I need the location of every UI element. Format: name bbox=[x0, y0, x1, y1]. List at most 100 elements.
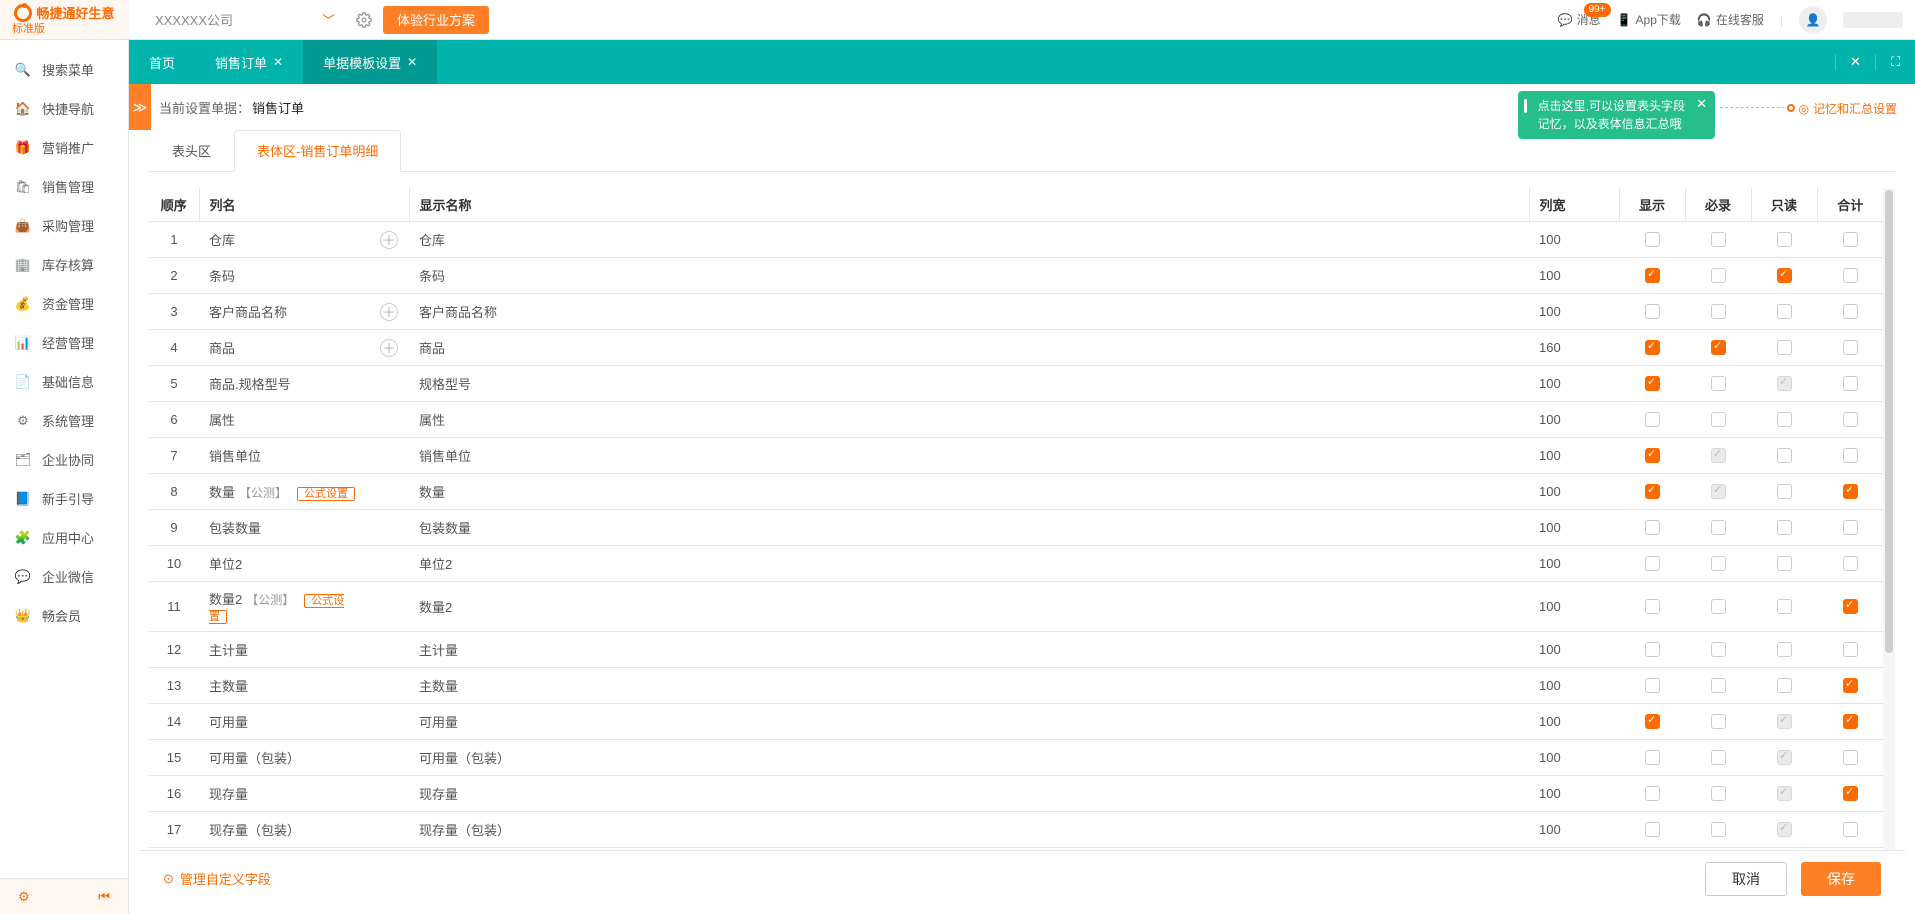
close-icon[interactable]: ✕ bbox=[407, 55, 417, 69]
cell-display[interactable]: 客户商品名称 bbox=[409, 294, 1529, 330]
online-service-action[interactable]: 🎧 在线客服 bbox=[1697, 11, 1764, 28]
checkbox[interactable] bbox=[1843, 750, 1858, 765]
cell-display[interactable]: 可用量（包装） bbox=[409, 740, 1529, 776]
cancel-button[interactable]: 取消 bbox=[1705, 862, 1787, 896]
checkbox[interactable] bbox=[1843, 448, 1858, 463]
checkbox[interactable] bbox=[1645, 412, 1660, 427]
sidebar-collapse-icon[interactable]: ⏮ bbox=[98, 889, 110, 905]
cell-width[interactable]: 100 bbox=[1529, 546, 1619, 582]
fullscreen-icon[interactable]: ⛶ bbox=[1875, 54, 1915, 70]
checkbox[interactable] bbox=[1843, 642, 1858, 657]
checkbox[interactable] bbox=[1645, 678, 1660, 693]
area-tab-1[interactable]: 表体区-销售订单明细 bbox=[234, 130, 401, 172]
checkbox[interactable] bbox=[1645, 599, 1660, 614]
checkbox[interactable] bbox=[1711, 520, 1726, 535]
checkbox[interactable] bbox=[1777, 448, 1792, 463]
checkbox[interactable] bbox=[1711, 678, 1726, 693]
checkbox[interactable] bbox=[1645, 304, 1660, 319]
checkbox[interactable] bbox=[1843, 786, 1858, 801]
plus-icon[interactable]: ＋ bbox=[380, 231, 398, 249]
checkbox[interactable] bbox=[1777, 304, 1792, 319]
sidebar-item-4[interactable]: 👜采购管理 bbox=[0, 206, 128, 245]
cell-width[interactable]: 100 bbox=[1529, 632, 1619, 668]
checkbox[interactable] bbox=[1645, 448, 1660, 463]
page-tab-0[interactable]: 首页 bbox=[129, 40, 195, 84]
checkbox[interactable] bbox=[1645, 822, 1660, 837]
sidebar-item-3[interactable]: 🛍销售管理 bbox=[0, 167, 128, 206]
checkbox[interactable] bbox=[1645, 520, 1660, 535]
checkbox[interactable] bbox=[1777, 340, 1792, 355]
sidebar-item-9[interactable]: ⚙系统管理 bbox=[0, 401, 128, 440]
sidebar-settings-icon[interactable]: ⚙ bbox=[18, 889, 30, 905]
cell-width[interactable]: 100 bbox=[1529, 510, 1619, 546]
user-avatar[interactable]: 👤 bbox=[1799, 6, 1827, 34]
cell-display[interactable]: 数量2 bbox=[409, 582, 1529, 632]
cell-display[interactable]: 销售单位 bbox=[409, 438, 1529, 474]
checkbox[interactable] bbox=[1843, 556, 1858, 571]
checkbox[interactable] bbox=[1777, 484, 1792, 499]
cell-display[interactable]: 包装数量 bbox=[409, 510, 1529, 546]
sidebar-item-10[interactable]: 🗂企业协同 bbox=[0, 440, 128, 479]
checkbox[interactable] bbox=[1777, 520, 1792, 535]
checkbox[interactable] bbox=[1843, 484, 1858, 499]
checkbox[interactable] bbox=[1645, 786, 1660, 801]
sidebar-item-13[interactable]: 💬企业微信 bbox=[0, 557, 128, 596]
checkbox[interactable] bbox=[1843, 599, 1858, 614]
checkbox[interactable] bbox=[1645, 714, 1660, 729]
checkbox[interactable] bbox=[1843, 340, 1858, 355]
formula-settings-tag[interactable]: 公式设置 bbox=[297, 487, 355, 501]
app-download-action[interactable]: 📱 App下载 bbox=[1617, 11, 1681, 28]
checkbox[interactable] bbox=[1777, 268, 1792, 283]
checkbox[interactable] bbox=[1711, 822, 1726, 837]
checkbox[interactable] bbox=[1843, 232, 1858, 247]
table-vertical-scrollbar[interactable] bbox=[1883, 188, 1895, 850]
cell-display[interactable]: 数量 bbox=[409, 474, 1529, 510]
checkbox[interactable] bbox=[1843, 304, 1858, 319]
checkbox[interactable] bbox=[1645, 232, 1660, 247]
checkbox[interactable] bbox=[1711, 376, 1726, 391]
checkbox[interactable] bbox=[1645, 642, 1660, 657]
cell-display[interactable]: 现存量 bbox=[409, 776, 1529, 812]
try-industry-button[interactable]: 体验行业方案 bbox=[383, 6, 489, 34]
page-tab-2[interactable]: 单据模板设置✕ bbox=[303, 40, 437, 84]
checkbox[interactable] bbox=[1711, 412, 1726, 427]
settings-gear-icon[interactable] bbox=[355, 11, 373, 29]
cell-display[interactable]: 属性 bbox=[409, 402, 1529, 438]
checkbox[interactable] bbox=[1645, 268, 1660, 283]
expand-panel-button[interactable]: ≫ bbox=[129, 84, 151, 130]
sidebar-item-12[interactable]: 🧩应用中心 bbox=[0, 518, 128, 557]
cell-width[interactable]: 100 bbox=[1529, 294, 1619, 330]
hint-close-icon[interactable]: ✕ bbox=[1696, 95, 1707, 113]
cell-display[interactable]: 商品 bbox=[409, 330, 1529, 366]
plus-icon[interactable]: ＋ bbox=[380, 303, 398, 321]
cell-width[interactable]: 100 bbox=[1529, 812, 1619, 848]
cell-width[interactable]: 100 bbox=[1529, 222, 1619, 258]
cell-width[interactable]: 100 bbox=[1529, 438, 1619, 474]
checkbox[interactable] bbox=[1843, 678, 1858, 693]
checkbox[interactable] bbox=[1843, 520, 1858, 535]
cell-display[interactable]: 规格型号 bbox=[409, 366, 1529, 402]
checkbox[interactable] bbox=[1711, 340, 1726, 355]
cell-width[interactable]: 100 bbox=[1529, 402, 1619, 438]
checkbox[interactable] bbox=[1645, 340, 1660, 355]
checkbox[interactable] bbox=[1645, 750, 1660, 765]
cell-width[interactable]: 100 bbox=[1529, 474, 1619, 510]
checkbox[interactable] bbox=[1777, 412, 1792, 427]
checkbox[interactable] bbox=[1711, 304, 1726, 319]
cell-display[interactable]: 条码 bbox=[409, 258, 1529, 294]
checkbox[interactable] bbox=[1843, 822, 1858, 837]
checkbox[interactable] bbox=[1843, 412, 1858, 427]
cell-width[interactable]: 100 bbox=[1529, 776, 1619, 812]
checkbox[interactable] bbox=[1711, 232, 1726, 247]
sidebar-item-2[interactable]: 🎁营销推广 bbox=[0, 128, 128, 167]
sidebar-item-6[interactable]: 💰资金管理 bbox=[0, 284, 128, 323]
messages-action[interactable]: 💬 消息 99+ bbox=[1558, 11, 1601, 28]
cell-width[interactable]: 100 bbox=[1529, 704, 1619, 740]
sidebar-item-14[interactable]: 👑畅会员 bbox=[0, 596, 128, 635]
cell-width[interactable]: 160 bbox=[1529, 330, 1619, 366]
checkbox[interactable] bbox=[1777, 642, 1792, 657]
plus-icon[interactable]: ＋ bbox=[380, 339, 398, 357]
cell-display[interactable]: 仓库 bbox=[409, 222, 1529, 258]
sidebar-item-1[interactable]: 🏠快捷导航 bbox=[0, 89, 128, 128]
checkbox[interactable] bbox=[1777, 599, 1792, 614]
